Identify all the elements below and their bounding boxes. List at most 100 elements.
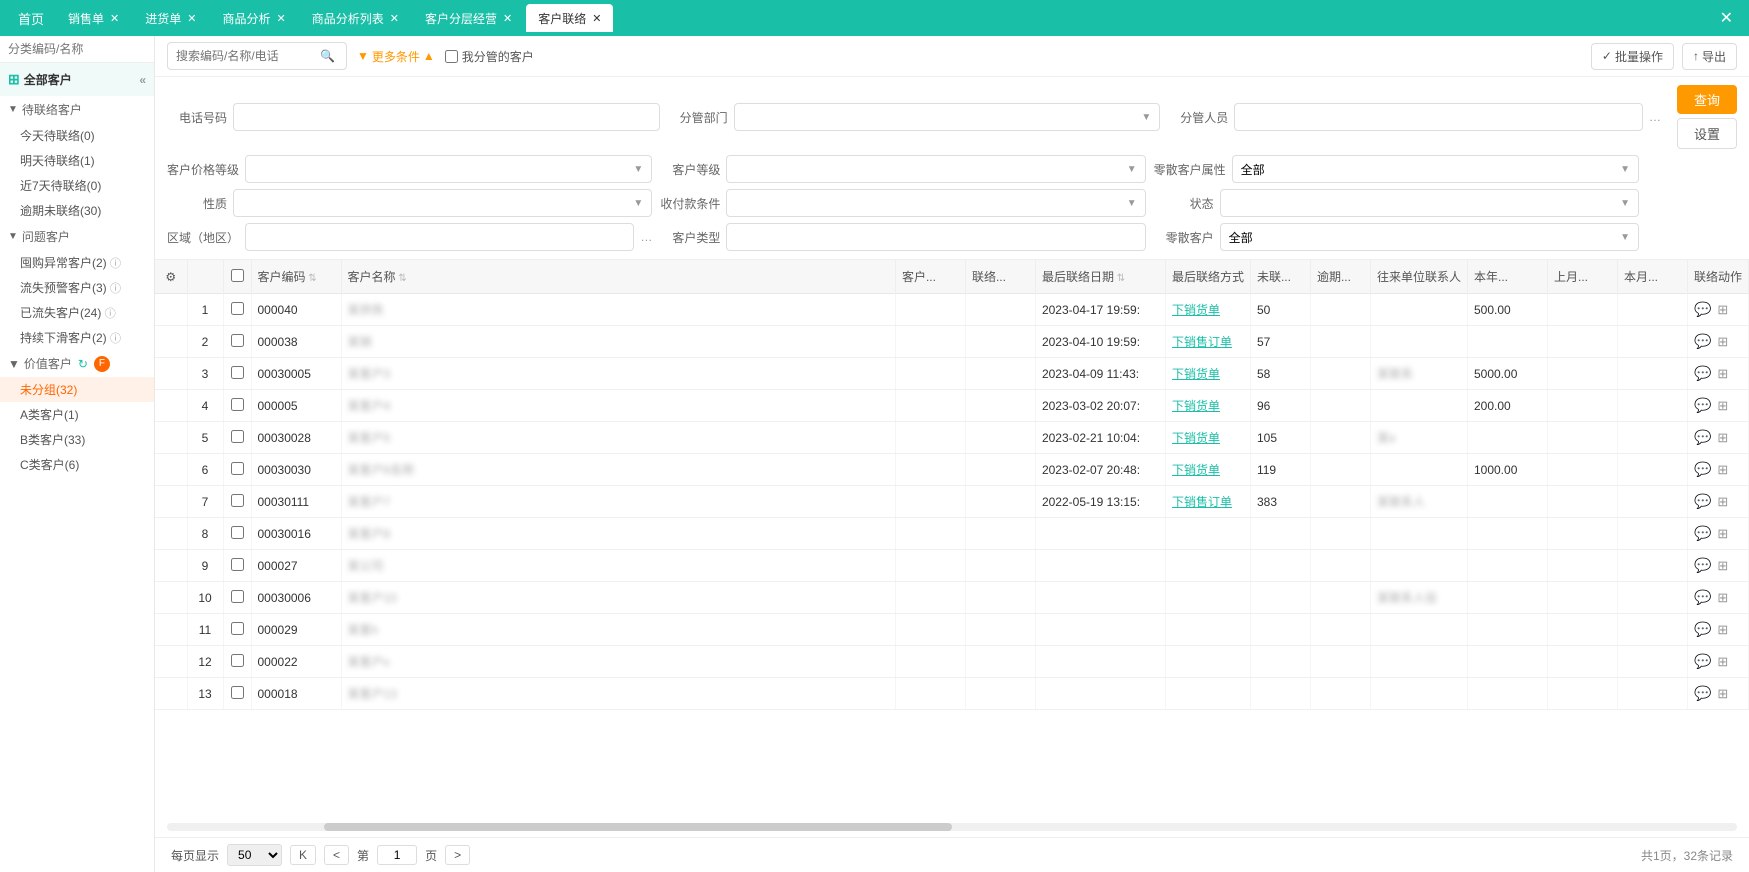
grid2-icon-6[interactable]: ⊞ <box>1717 494 1728 510</box>
search-icon[interactable]: 🔍 <box>320 49 335 63</box>
manager-dots[interactable]: … <box>1649 110 1661 124</box>
manager-input[interactable] <box>1234 103 1643 131</box>
col-contact-header[interactable]: 联络... <box>965 260 1035 294</box>
sidebar-item-declining[interactable]: 持续下滑客户(2) ⓘ <box>0 325 154 350</box>
grid2-icon-4[interactable]: ⊞ <box>1717 430 1728 446</box>
sidebar-item-warning[interactable]: 流失预警客户(3) ⓘ <box>0 275 154 300</box>
sidebar-item-today[interactable]: 今天待联络(0) <box>0 123 154 148</box>
more-filters-btn[interactable]: ▼ 更多条件 ▲ <box>357 48 435 65</box>
region-input[interactable] <box>245 223 634 251</box>
col-partner-header[interactable]: 往来单位联系人 <box>1370 260 1467 294</box>
col-code-header[interactable]: 客户编码 <box>251 260 341 294</box>
row-check-7[interactable] <box>223 518 251 550</box>
col-lastmonth-header[interactable]: 上月... <box>1547 260 1617 294</box>
row-way-link-0[interactable]: 下销货单 <box>1172 303 1220 317</box>
chat-icon-4[interactable]: 💬 <box>1694 429 1711 446</box>
row-checkbox-11[interactable] <box>231 654 244 667</box>
sidebar-section-pending[interactable]: ▼ 待联络客户 <box>0 96 154 123</box>
grid2-icon-2[interactable]: ⊞ <box>1717 366 1728 382</box>
sidebar-item-b-class[interactable]: B类客户(33) <box>0 427 154 452</box>
grid2-icon-8[interactable]: ⊞ <box>1717 558 1728 574</box>
sidebar-item-ungrouped[interactable]: 未分组(32) <box>0 377 154 402</box>
sidebar-item-c-class[interactable]: C类客户(6) <box>0 452 154 477</box>
sidebar-section-problem[interactable]: ▼ 问题客户 <box>0 223 154 250</box>
chat-icon-1[interactable]: 💬 <box>1694 333 1711 350</box>
my-customers-check[interactable]: 我分管的客户 <box>445 48 534 65</box>
close-tab-customer-contact[interactable]: ✕ <box>592 12 601 25</box>
phone-input[interactable] <box>233 103 660 131</box>
row-checkbox-8[interactable] <box>231 558 244 571</box>
row-checkbox-4[interactable] <box>231 430 244 443</box>
nav-tab-customer-tier[interactable]: 客户分层经营 ✕ <box>413 4 524 32</box>
row-way-link-2[interactable]: 下销货单 <box>1172 367 1220 381</box>
export-btn[interactable]: ↑ 导出 <box>1682 43 1737 70</box>
prev-page-btn[interactable]: < <box>324 845 349 865</box>
row-way-link-5[interactable]: 下销货单 <box>1172 463 1220 477</box>
nav-tab-customer-contact[interactable]: 客户联络 ✕ <box>526 4 613 32</box>
row-checkbox-12[interactable] <box>231 686 244 699</box>
close-tab-purchase[interactable]: ✕ <box>187 12 196 25</box>
row-checkbox-7[interactable] <box>231 526 244 539</box>
row-checkbox-10[interactable] <box>231 622 244 635</box>
chat-icon-8[interactable]: 💬 <box>1694 557 1711 574</box>
row-check-0[interactable] <box>223 294 251 326</box>
sidebar-item-a-class[interactable]: A类客户(1) <box>0 402 154 427</box>
chat-icon-2[interactable]: 💬 <box>1694 365 1711 382</box>
chat-icon-11[interactable]: 💬 <box>1694 653 1711 670</box>
grid2-icon-7[interactable]: ⊞ <box>1717 526 1728 542</box>
close-tab-sales[interactable]: ✕ <box>110 12 119 25</box>
row-check-10[interactable] <box>223 614 251 646</box>
chat-icon-5[interactable]: 💬 <box>1694 461 1711 478</box>
sidebar-item-tomorrow[interactable]: 明天待联络(1) <box>0 148 154 173</box>
col-unlisted-header[interactable]: 未联... <box>1250 260 1310 294</box>
chat-icon-6[interactable]: 💬 <box>1694 493 1711 510</box>
row-way-link-3[interactable]: 下销货单 <box>1172 399 1220 413</box>
chat-icon-9[interactable]: 💬 <box>1694 589 1711 606</box>
sidebar-all-customers[interactable]: ⊞ 全部客户 « <box>0 63 154 96</box>
query-btn[interactable]: 查询 <box>1677 85 1737 114</box>
chat-icon-3[interactable]: 💬 <box>1694 397 1711 414</box>
close-all-tabs[interactable]: ✕ <box>1712 8 1741 28</box>
reset-btn[interactable]: 设置 <box>1677 118 1737 149</box>
row-checkbox-5[interactable] <box>231 462 244 475</box>
nav-tab-analysis-list[interactable]: 商品分析列表 ✕ <box>300 4 411 32</box>
chat-icon-12[interactable]: 💬 <box>1694 685 1711 702</box>
sidebar-section-value[interactable]: ▼ 价值客户 ↻ F <box>0 350 154 377</box>
grid2-icon-10[interactable]: ⊞ <box>1717 622 1728 638</box>
col-overdue-header[interactable]: 逾期... <box>1310 260 1370 294</box>
ctype-input[interactable] <box>726 223 1145 251</box>
row-check-5[interactable] <box>223 454 251 486</box>
row-checkbox-0[interactable] <box>231 302 244 315</box>
category-search-input[interactable] <box>8 42 155 56</box>
sidebar-item-7days[interactable]: 近7天待联络(0) <box>0 173 154 198</box>
scrollbar-thumb[interactable] <box>324 823 952 831</box>
row-way-link-6[interactable]: 下销售订单 <box>1172 495 1232 509</box>
col-date-header[interactable]: 最后联络日期 <box>1035 260 1165 294</box>
price-level-select[interactable]: ▼ <box>245 155 652 183</box>
row-check-2[interactable] <box>223 358 251 390</box>
next-page-btn[interactable]: > <box>445 845 470 865</box>
refresh-value-icon[interactable]: ↻ <box>78 357 88 371</box>
sidebar-collapse-icon[interactable]: « <box>139 73 146 87</box>
chat-icon-7[interactable]: 💬 <box>1694 525 1711 542</box>
nature-select[interactable]: ▼ <box>233 189 652 217</box>
row-check-11[interactable] <box>223 646 251 678</box>
my-customers-checkbox[interactable] <box>445 50 458 63</box>
horizontal-scroll[interactable] <box>155 817 1749 837</box>
row-checkbox-9[interactable] <box>231 590 244 603</box>
status-select[interactable]: ▼ <box>1220 189 1639 217</box>
row-check-12[interactable] <box>223 678 251 710</box>
gear-col-header[interactable]: ⚙ <box>155 260 187 294</box>
nav-home[interactable]: 首页 <box>8 9 54 28</box>
page-size-select[interactable]: 50 20 100 <box>227 844 282 866</box>
grid2-icon-1[interactable]: ⊞ <box>1717 334 1728 350</box>
select-all-checkbox[interactable] <box>231 269 244 282</box>
row-check-4[interactable] <box>223 422 251 454</box>
grid2-icon-9[interactable]: ⊞ <box>1717 590 1728 606</box>
col-name-header[interactable]: 客户名称 <box>341 260 895 294</box>
col-thisyear-header[interactable]: 本年... <box>1467 260 1547 294</box>
row-way-link-4[interactable]: 下销货单 <box>1172 431 1220 445</box>
sidebar-item-lost[interactable]: 已流失客户(24) ⓘ <box>0 300 154 325</box>
nav-tab-purchase[interactable]: 进货单 ✕ <box>133 4 208 32</box>
level-select[interactable]: ▼ <box>726 155 1145 183</box>
